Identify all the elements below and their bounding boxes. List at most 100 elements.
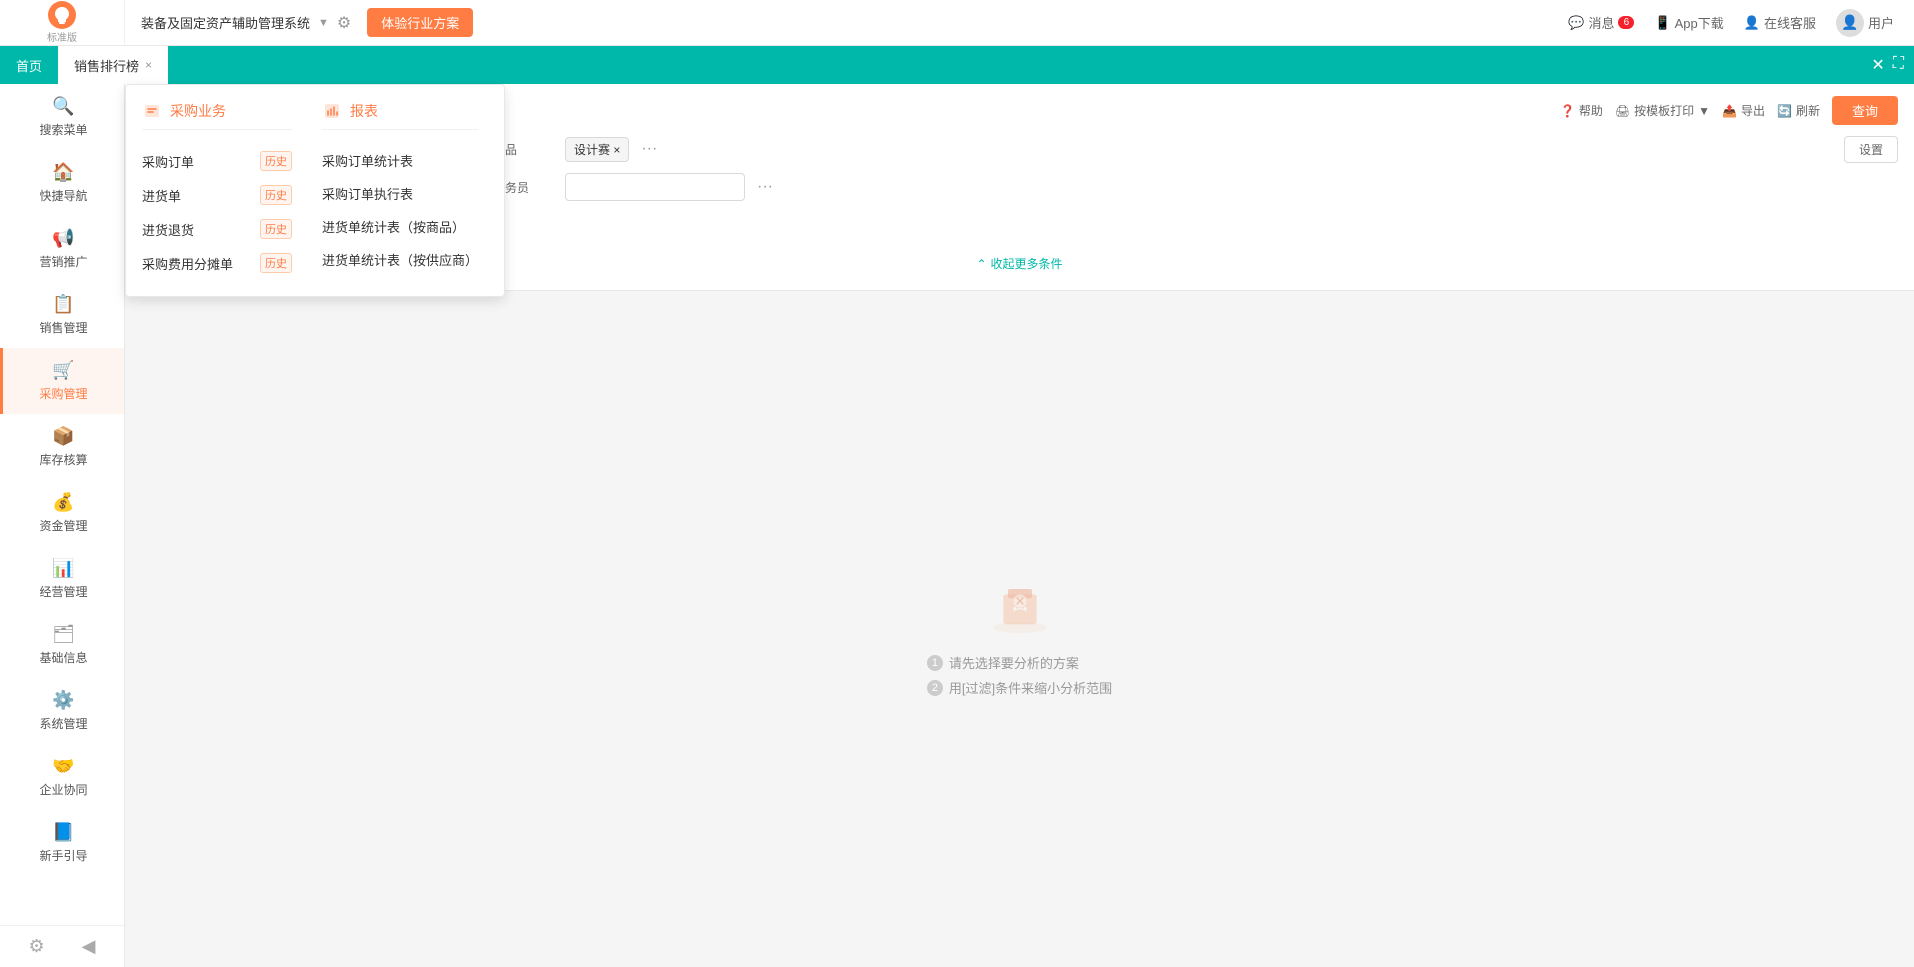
app-download-label: App下载 bbox=[1675, 13, 1724, 32]
stock-return-item[interactable]: 进货退货 历史 bbox=[142, 212, 292, 246]
print-btn[interactable]: 🖨 按模板打印 ▼ bbox=[1615, 102, 1710, 119]
help-btn[interactable]: ❓ 帮助 bbox=[1560, 102, 1603, 119]
salesperson-dots[interactable]: ··· bbox=[757, 178, 773, 196]
sidebar-item-inventory[interactable]: 📦 库存核算 bbox=[0, 414, 124, 480]
sidebar-item-marketing[interactable]: 📢 营销推广 bbox=[0, 216, 124, 282]
sidebar-item-basic-info[interactable]: 🗂 基础信息 bbox=[0, 612, 124, 678]
empty-tips: 1 请先选择要分析的方案 2 用[过滤]条件来缩小分析范围 bbox=[927, 653, 1112, 697]
salesperson-select[interactable] bbox=[565, 173, 745, 201]
online-service-label: 在线客服 bbox=[1764, 13, 1816, 32]
sidebar-label-system: 系统管理 bbox=[39, 715, 87, 732]
export-label: 导出 bbox=[1741, 102, 1765, 119]
user-label: 用户 bbox=[1868, 13, 1894, 32]
logo-area: 标准版 bbox=[0, 0, 125, 45]
refresh-label: 刷新 bbox=[1796, 102, 1820, 119]
sidebar-item-quick-nav[interactable]: 🏠 快捷导航 bbox=[0, 150, 124, 216]
tab-home-label: 首页 bbox=[16, 56, 42, 75]
purchase-order-stats-item[interactable]: 采购订单统计表 bbox=[322, 144, 478, 177]
stock-in-stats-supplier-label: 进货单统计表（按供应商） bbox=[322, 250, 478, 269]
funds-icon: 💰 bbox=[52, 492, 74, 513]
action-btns: 设置 bbox=[1844, 136, 1898, 163]
purchase-expense-item[interactable]: 采购费用分摊单 历史 bbox=[142, 246, 292, 280]
purchase-icon: 🛒 bbox=[52, 360, 74, 381]
help-icon: ❓ bbox=[1560, 104, 1575, 118]
tab-home[interactable]: 首页 bbox=[0, 46, 58, 84]
sidebar-item-enterprise[interactable]: 🤝 企业协同 bbox=[0, 744, 124, 810]
sidebar-item-purchase[interactable]: 🛒 采购管理 bbox=[0, 348, 124, 414]
app-download-btn[interactable]: 📱 App下载 bbox=[1654, 13, 1723, 32]
purchase-section: 采购业务 采购订单 历史 进货单 历史 进货退货 历史 采购费用分摊单 历史 bbox=[142, 101, 292, 280]
sidebar-label-guide: 新手引导 bbox=[39, 847, 87, 864]
purchase-section-icon bbox=[142, 101, 162, 121]
tip-text-1: 请先选择要分析的方案 bbox=[949, 653, 1079, 672]
toolbar-right: ❓ 帮助 🖨 按模板打印 ▼ 📤 导出 🔄 刷新 bbox=[1560, 96, 1898, 125]
industry-btn[interactable]: 体验行业方案 bbox=[367, 8, 473, 37]
sidebar-label-operations: 经营管理 bbox=[39, 583, 87, 600]
stock-in-stats-supplier-item[interactable]: 进货单统计表（按供应商） bbox=[322, 243, 478, 276]
sidebar-label-basic-info: 基础信息 bbox=[39, 649, 87, 666]
sidebar-label-enterprise: 企业协同 bbox=[39, 781, 87, 798]
report-section-title: 报表 bbox=[322, 101, 478, 130]
sidebar-label-marketing: 营销推广 bbox=[39, 253, 87, 270]
tab-expand-icon[interactable]: ⛶ bbox=[1893, 55, 1904, 75]
purchase-order-item[interactable]: 采购订单 历史 bbox=[142, 144, 292, 178]
refresh-icon: 🔄 bbox=[1777, 104, 1792, 118]
sidebar-item-guide[interactable]: 📘 新手引导 bbox=[0, 810, 124, 876]
user-btn[interactable]: 👤 用户 bbox=[1836, 9, 1894, 37]
service-icon: 👤 bbox=[1744, 15, 1760, 31]
purchase-order-exec-item[interactable]: 采购订单执行表 bbox=[322, 177, 478, 210]
sidebar: 🔍 搜索菜单 🏠 快捷导航 📢 营销推广 📋 销售管理 🛒 采购管理 📦 库存核… bbox=[0, 84, 125, 967]
tab-sales-ranking-label: 销售排行榜 bbox=[74, 56, 139, 75]
operations-icon: 📊 bbox=[52, 558, 74, 579]
sidebar-item-funds[interactable]: 💰 资金管理 bbox=[0, 480, 124, 546]
stock-return-label: 进货退货 bbox=[142, 220, 194, 239]
logo-subtitle: 标准版 bbox=[47, 29, 77, 44]
online-service-btn[interactable]: 👤 在线客服 bbox=[1744, 13, 1816, 32]
print-icon: 🖨 bbox=[1615, 104, 1630, 118]
top-header: 标准版 装备及固定资产辅助管理系统 ▼ ⚙ 体验行业方案 💬 消息 6 📱 Ap… bbox=[0, 0, 1914, 46]
export-icon: 📤 bbox=[1722, 104, 1737, 118]
message-label: 消息 bbox=[1588, 13, 1614, 32]
settings-icon[interactable]: ⚙ bbox=[337, 13, 351, 33]
purchase-order-history-tag: 历史 bbox=[260, 151, 292, 171]
stock-in-history-tag: 历史 bbox=[260, 185, 292, 205]
empty-illustration bbox=[980, 561, 1060, 641]
home-icon: 🏠 bbox=[52, 162, 74, 183]
app-logo bbox=[48, 1, 76, 29]
sidebar-collapse-icon[interactable]: ◀ bbox=[82, 936, 96, 957]
refresh-btn[interactable]: 🔄 刷新 bbox=[1777, 102, 1820, 119]
tab-close-all-icon[interactable]: ✕ bbox=[1871, 55, 1884, 75]
tab-sales-ranking[interactable]: 销售排行榜 × bbox=[58, 46, 168, 84]
print-label: 按模板打印 bbox=[1634, 102, 1694, 119]
message-btn[interactable]: 💬 消息 6 bbox=[1568, 13, 1634, 32]
search-icon: 🔍 bbox=[52, 96, 74, 117]
sidebar-item-search[interactable]: 🔍 搜索菜单 bbox=[0, 84, 124, 150]
purchase-dropdown: 采购业务 采购订单 历史 进货单 历史 进货退货 历史 采购费用分摊单 历史 bbox=[125, 84, 505, 297]
collapse-label: 收起更多条件 bbox=[991, 255, 1063, 272]
sidebar-item-operations[interactable]: 📊 经营管理 bbox=[0, 546, 124, 612]
avatar: 👤 bbox=[1836, 9, 1864, 37]
sidebar-settings-icon[interactable]: ⚙ bbox=[29, 936, 45, 957]
report-section-icon bbox=[322, 101, 342, 121]
purchase-expense-history-tag: 历史 bbox=[260, 253, 292, 273]
sidebar-bottom: ⚙ ◀ bbox=[0, 925, 124, 967]
system-name: 装备及固定资产辅助管理系统 bbox=[141, 13, 310, 32]
tip-num-2: 2 bbox=[927, 680, 943, 696]
query-btn[interactable]: 查询 bbox=[1832, 96, 1898, 125]
header-right: 💬 消息 6 📱 App下载 👤 在线客服 👤 用户 bbox=[1568, 9, 1914, 37]
empty-tip-1: 1 请先选择要分析的方案 bbox=[927, 653, 1112, 672]
enterprise-icon: 🤝 bbox=[52, 756, 74, 777]
sidebar-item-sales[interactable]: 📋 销售管理 bbox=[0, 282, 124, 348]
sidebar-item-system[interactable]: ⚙️ 系统管理 bbox=[0, 678, 124, 744]
settings-btn[interactable]: 设置 bbox=[1844, 136, 1898, 163]
tab-close-icon[interactable]: × bbox=[145, 58, 152, 72]
system-arrow-icon[interactable]: ▼ bbox=[318, 17, 329, 29]
message-badge: 6 bbox=[1618, 16, 1634, 29]
stock-in-item[interactable]: 进货单 历史 bbox=[142, 178, 292, 212]
goods-dots[interactable]: ··· bbox=[641, 140, 657, 158]
header-system: 装备及固定资产辅助管理系统 ▼ ⚙ 体验行业方案 bbox=[125, 8, 489, 37]
stock-return-history-tag: 历史 bbox=[260, 219, 292, 239]
tip-text-2: 用[过滤]条件来缩小分析范围 bbox=[949, 678, 1112, 697]
stock-in-stats-goods-item[interactable]: 进货单统计表（按商品） bbox=[322, 210, 478, 243]
export-btn[interactable]: 📤 导出 bbox=[1722, 102, 1765, 119]
